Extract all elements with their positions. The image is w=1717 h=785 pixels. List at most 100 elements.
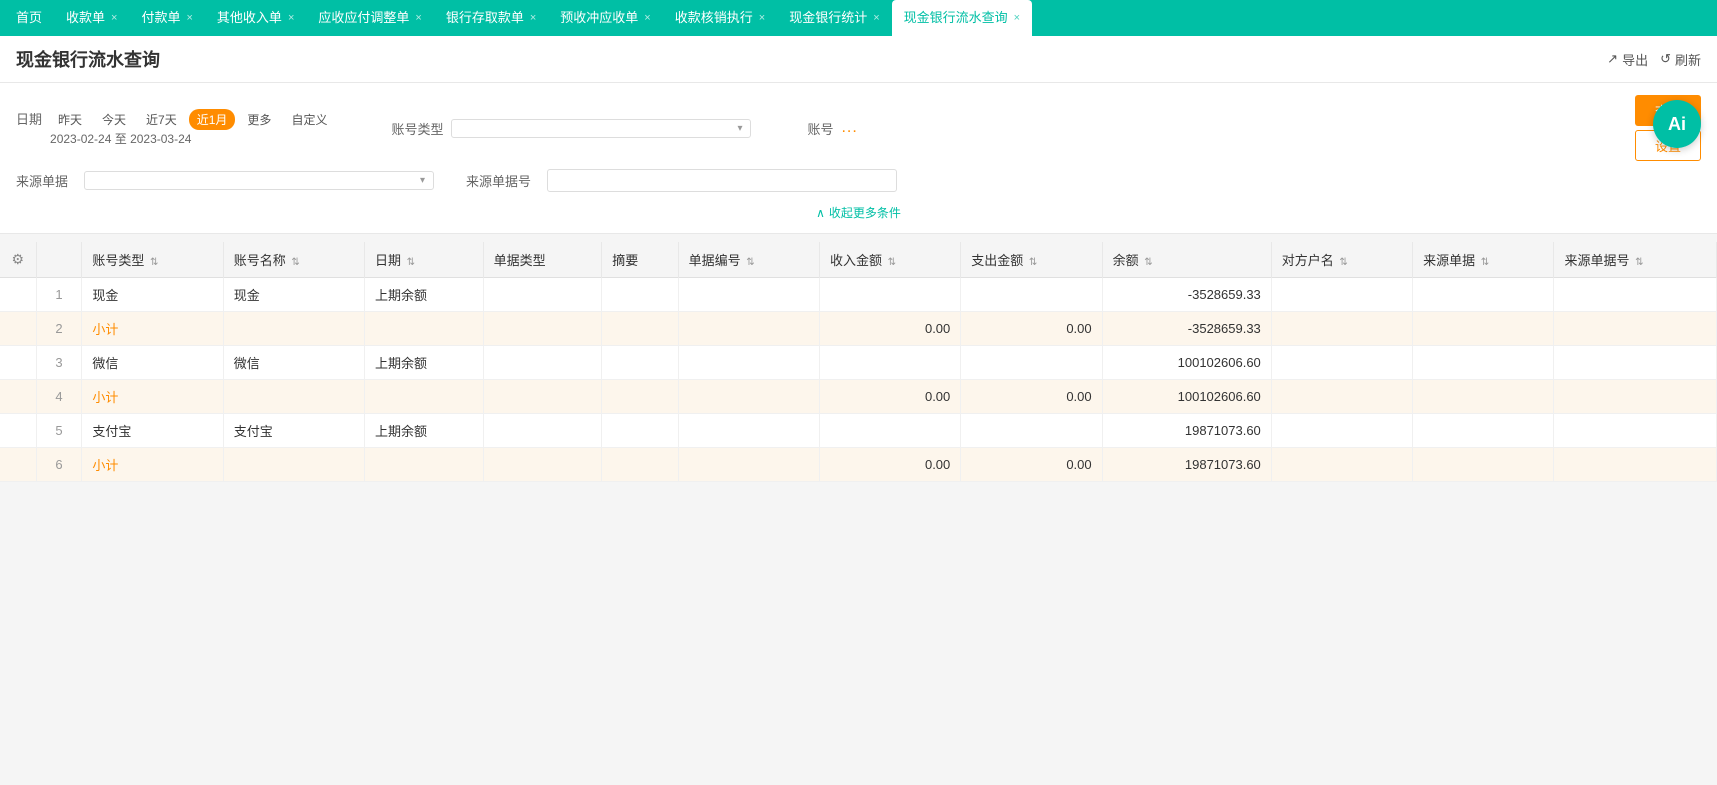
- page-title: 现金银行流水查询: [16, 46, 160, 72]
- row-settings-cell: [0, 448, 36, 482]
- account-type-label: 账号类型: [391, 119, 443, 138]
- row-doc-type-cell: [483, 414, 602, 448]
- close-payment-icon[interactable]: ×: [186, 0, 192, 36]
- row-income-cell: 0.00: [819, 448, 960, 482]
- row-source-doc-no-cell: [1554, 346, 1717, 380]
- row-num-cell: 2: [36, 312, 82, 346]
- row-balance-cell: 100102606.60: [1102, 346, 1271, 380]
- sort-account-type-icon: ⇅: [150, 257, 158, 268]
- col-settings: ⚙: [0, 242, 36, 278]
- nav-home[interactable]: 首页: [4, 0, 54, 36]
- row-source-doc-cell: [1413, 278, 1554, 312]
- row-income-cell: [819, 414, 960, 448]
- date-opt-today[interactable]: 今天: [94, 109, 134, 130]
- source-doc-select[interactable]: ▾: [84, 171, 434, 190]
- row-account-type-cell: 现金: [82, 278, 223, 312]
- row-settings-cell: [0, 312, 36, 346]
- sort-counterpart-icon: ⇅: [1339, 257, 1347, 268]
- close-receipt-icon[interactable]: ×: [111, 0, 117, 36]
- table-body: 1现金现金上期余额-3528659.332小计0.000.00-3528659.…: [0, 278, 1717, 482]
- nav-ar-ap-adjust[interactable]: 应收应付调整单 ×: [306, 0, 433, 36]
- row-doc-no-cell: [678, 414, 819, 448]
- col-income[interactable]: 收入金额 ⇅: [819, 242, 960, 278]
- close-other-income-icon[interactable]: ×: [288, 0, 294, 36]
- row-num-cell: 6: [36, 448, 82, 482]
- nav-cash-bank-flow[interactable]: 现金银行流水查询 ×: [892, 0, 1032, 36]
- close-ar-ap-icon[interactable]: ×: [415, 0, 421, 36]
- account-filter-group: 账号 ...: [807, 119, 857, 138]
- col-source-doc-no[interactable]: 来源单据号 ⇅: [1554, 242, 1717, 278]
- row-summary-cell: [602, 312, 678, 346]
- col-expense[interactable]: 支出金额 ⇅: [961, 242, 1102, 278]
- close-bank-deposit-icon[interactable]: ×: [530, 0, 536, 36]
- date-opt-more[interactable]: 更多: [239, 109, 279, 130]
- date-opt-custom[interactable]: 自定义: [283, 109, 335, 130]
- table-header-row: ⚙ 账号类型 ⇅ 账号名称 ⇅ 日期 ⇅ 单据类型 摘要 单据编号 ⇅ 收入金额…: [0, 242, 1717, 278]
- sort-source-doc-icon: ⇅: [1481, 257, 1489, 268]
- col-source-doc[interactable]: 来源单据 ⇅: [1413, 242, 1554, 278]
- row-source-doc-no-cell: [1554, 312, 1717, 346]
- nav-receipt-verify[interactable]: 收款核销执行 ×: [663, 0, 777, 36]
- nav-cash-bank-stats[interactable]: 现金银行统计 ×: [777, 0, 891, 36]
- col-counterpart[interactable]: 对方户名 ⇅: [1271, 242, 1412, 278]
- nav-receipt[interactable]: 收款单 ×: [54, 0, 129, 36]
- nav-other-income[interactable]: 其他收入单 ×: [205, 0, 306, 36]
- row-num-cell: 5: [36, 414, 82, 448]
- row-counterpart-cell: [1271, 448, 1412, 482]
- table-container: ⚙ 账号类型 ⇅ 账号名称 ⇅ 日期 ⇅ 单据类型 摘要 单据编号 ⇅ 收入金额…: [0, 242, 1717, 482]
- row-date-cell: [365, 312, 484, 346]
- close-stats-icon[interactable]: ×: [873, 0, 879, 36]
- close-advance-icon[interactable]: ×: [644, 0, 650, 36]
- row-settings-cell: [0, 380, 36, 414]
- account-more-btn[interactable]: ...: [841, 119, 857, 137]
- table-row: 6小计0.000.0019871073.60: [0, 448, 1717, 482]
- row-account-name-cell: [223, 312, 364, 346]
- collapse-bar[interactable]: ∧ 收起更多条件: [16, 200, 1701, 221]
- col-account-name[interactable]: 账号名称 ⇅: [223, 242, 364, 278]
- col-date[interactable]: 日期 ⇅: [365, 242, 484, 278]
- close-flow-icon[interactable]: ×: [1014, 0, 1020, 36]
- row-doc-no-cell: [678, 278, 819, 312]
- close-verify-icon[interactable]: ×: [759, 0, 765, 36]
- row-expense-cell: 0.00: [961, 380, 1102, 414]
- filter-area: 日期 昨天 今天 近7天 近1月 更多 自定义 2023-02-24 至 202…: [0, 83, 1717, 234]
- col-account-type[interactable]: 账号类型 ⇅: [82, 242, 223, 278]
- date-opt-1month[interactable]: 近1月: [189, 109, 236, 130]
- row-account-name-cell: [223, 448, 364, 482]
- row-source-doc-no-cell: [1554, 278, 1717, 312]
- table-row: 4小计0.000.00100102606.60: [0, 380, 1717, 414]
- col-num: [36, 242, 82, 278]
- export-button[interactable]: ↗ 导出: [1607, 50, 1648, 69]
- col-doc-no[interactable]: 单据编号 ⇅: [678, 242, 819, 278]
- row-expense-cell: 0.00: [961, 448, 1102, 482]
- refresh-button[interactable]: ↺ 刷新: [1660, 50, 1701, 69]
- sort-expense-icon: ⇅: [1029, 257, 1037, 268]
- col-balance[interactable]: 余额 ⇅: [1102, 242, 1271, 278]
- data-table: ⚙ 账号类型 ⇅ 账号名称 ⇅ 日期 ⇅ 单据类型 摘要 单据编号 ⇅ 收入金额…: [0, 242, 1717, 482]
- row-num-cell: 1: [36, 278, 82, 312]
- row-summary-cell: [602, 346, 678, 380]
- date-opt-yesterday[interactable]: 昨天: [50, 109, 90, 130]
- filter-row-date: 日期 昨天 今天 近7天 近1月 更多 自定义 2023-02-24 至 202…: [16, 95, 1701, 161]
- row-expense-cell: 0.00: [961, 312, 1102, 346]
- row-doc-type-cell: [483, 448, 602, 482]
- page-header: 现金银行流水查询 ↗ 导出 ↺ 刷新: [0, 36, 1717, 83]
- nav-payment[interactable]: 付款单 ×: [129, 0, 204, 36]
- nav-advance-offset[interactable]: 预收冲应收单 ×: [548, 0, 662, 36]
- account-type-select[interactable]: ▾: [451, 119, 751, 138]
- col-summary: 摘要: [602, 242, 678, 278]
- row-date-cell: [365, 380, 484, 414]
- row-balance-cell: 100102606.60: [1102, 380, 1271, 414]
- table-row: 1现金现金上期余额-3528659.33: [0, 278, 1717, 312]
- row-account-name-cell: 支付宝: [223, 414, 364, 448]
- row-doc-no-cell: [678, 380, 819, 414]
- table-row: 5支付宝支付宝上期余额19871073.60: [0, 414, 1717, 448]
- ai-assistant-button[interactable]: Ai: [1653, 100, 1701, 148]
- source-doc-no-input[interactable]: [547, 169, 897, 192]
- row-account-type-cell: 小计: [82, 380, 223, 414]
- date-opt-7days[interactable]: 近7天: [138, 109, 185, 130]
- row-balance-cell: -3528659.33: [1102, 278, 1271, 312]
- row-source-doc-no-cell: [1554, 414, 1717, 448]
- table-gear-icon[interactable]: ⚙: [11, 251, 24, 267]
- nav-bank-deposit[interactable]: 银行存取款单 ×: [434, 0, 548, 36]
